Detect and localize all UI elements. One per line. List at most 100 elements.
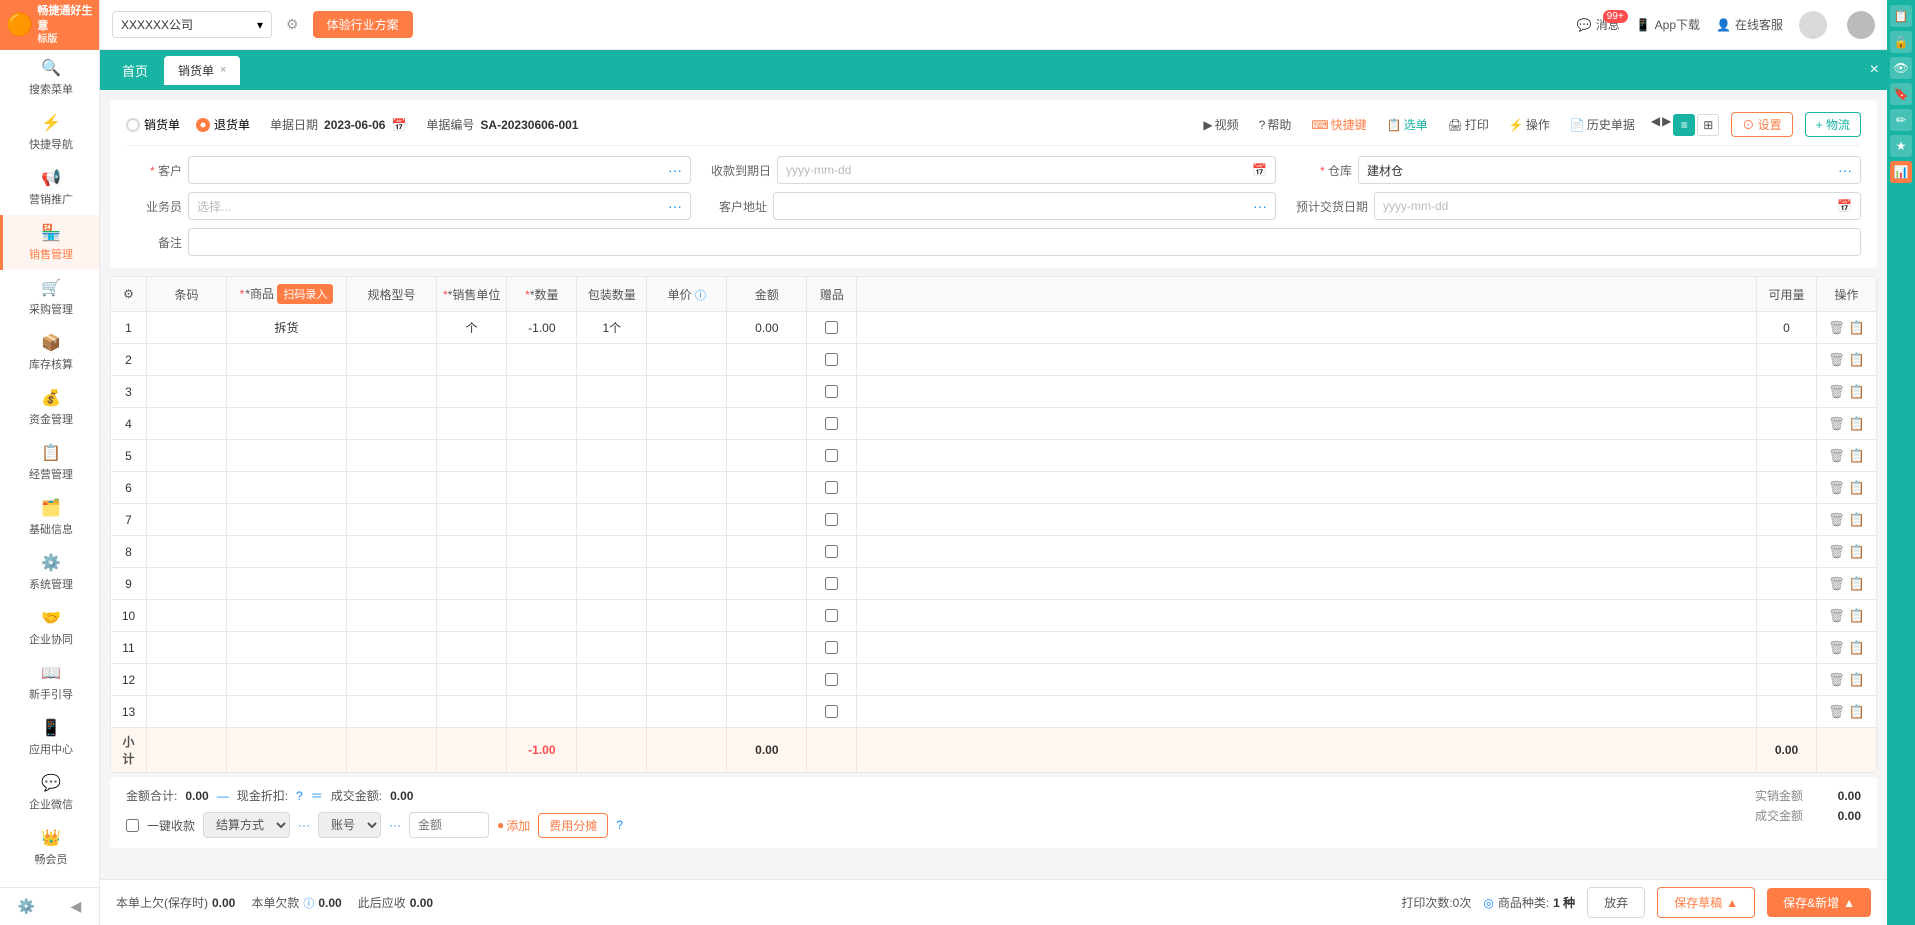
help-button[interactable]: ? 帮助 bbox=[1255, 114, 1296, 135]
cell-amount-12[interactable] bbox=[727, 696, 807, 728]
cell-amount-10[interactable] bbox=[727, 632, 807, 664]
cell-spec-10[interactable] bbox=[347, 632, 437, 664]
customer-dots-icon[interactable]: ··· bbox=[668, 162, 682, 178]
total-due-icon[interactable]: ⓘ bbox=[303, 895, 314, 911]
one-click-pay-checkbox[interactable] bbox=[126, 819, 139, 832]
cell-unit-3[interactable] bbox=[437, 408, 507, 440]
sidebar-item-13[interactable]: 💬企业微信 bbox=[0, 765, 99, 820]
cell-unit-10[interactable] bbox=[437, 632, 507, 664]
sidebar-item-10[interactable]: 🤝企业协同 bbox=[0, 600, 99, 655]
rp-btn-7[interactable]: 📊 bbox=[1890, 161, 1912, 183]
cell-spec-5[interactable] bbox=[347, 472, 437, 504]
cell-barcode-8[interactable] bbox=[147, 568, 227, 600]
cell-qty-4[interactable] bbox=[507, 440, 577, 472]
cell-pkgqty-3[interactable] bbox=[577, 408, 647, 440]
tab-sales-order[interactable]: 销货单 × bbox=[164, 56, 240, 85]
prev-icon[interactable]: ◀ bbox=[1651, 114, 1660, 136]
cell-gift-6[interactable] bbox=[807, 504, 857, 536]
cell-qty-8[interactable] bbox=[507, 568, 577, 600]
account-dots-icon[interactable]: ··· bbox=[389, 818, 401, 832]
cell-barcode-6[interactable] bbox=[147, 504, 227, 536]
cell-unit-2[interactable] bbox=[437, 376, 507, 408]
sidebar-item-0[interactable]: 🔍搜索菜单 bbox=[0, 50, 99, 105]
warehouse-input[interactable]: 建材仓 ··· bbox=[1358, 156, 1861, 184]
cell-qty-7[interactable] bbox=[507, 536, 577, 568]
save-new-button[interactable]: 保存&新增 ▲ bbox=[1767, 888, 1871, 917]
cell-goods-1[interactable] bbox=[227, 344, 347, 376]
cell-gift-7[interactable] bbox=[807, 536, 857, 568]
warehouse-dots-icon[interactable]: ··· bbox=[1838, 162, 1852, 178]
cell-price-0[interactable] bbox=[647, 312, 727, 344]
cell-price-1[interactable] bbox=[647, 344, 727, 376]
cell-spec-2[interactable] bbox=[347, 376, 437, 408]
avatar[interactable] bbox=[1799, 11, 1827, 39]
message-button[interactable]: 💬 消息 99+ bbox=[1577, 16, 1620, 33]
save-draft-button[interactable]: 保存草稿 ▲ bbox=[1657, 887, 1755, 918]
gift-checkbox-4[interactable] bbox=[825, 449, 838, 462]
cell-unit-9[interactable] bbox=[437, 600, 507, 632]
rp-btn-3[interactable]: 👁 bbox=[1890, 57, 1912, 79]
note-input[interactable] bbox=[188, 228, 1861, 256]
delete-icon-5[interactable]: 🗑 bbox=[1828, 480, 1845, 496]
cash-discount-info[interactable]: ? bbox=[296, 789, 303, 803]
gift-checkbox-8[interactable] bbox=[825, 577, 838, 590]
price-info-icon[interactable]: ⓘ bbox=[695, 290, 706, 302]
tab-home[interactable]: 首页 bbox=[108, 55, 162, 86]
sidebar-item-5[interactable]: 📦库存核算 bbox=[0, 325, 99, 380]
gift-checkbox-9[interactable] bbox=[825, 609, 838, 622]
cell-qty-3[interactable] bbox=[507, 408, 577, 440]
cell-gift-5[interactable] bbox=[807, 472, 857, 504]
cell-goods-5[interactable] bbox=[227, 472, 347, 504]
cell-unit-8[interactable] bbox=[437, 568, 507, 600]
cell-price-6[interactable] bbox=[647, 504, 727, 536]
delete-icon-4[interactable]: 🗑 bbox=[1828, 448, 1845, 464]
cell-gift-4[interactable] bbox=[807, 440, 857, 472]
cell-amount-5[interactable] bbox=[727, 472, 807, 504]
shortcut-button[interactable]: ⌨ 快捷键 bbox=[1307, 114, 1370, 135]
method-dots-icon[interactable]: ··· bbox=[298, 818, 310, 832]
salesperson-input[interactable]: 选择... ··· bbox=[188, 192, 691, 220]
cell-pkgqty-9[interactable] bbox=[577, 600, 647, 632]
cell-goods-6[interactable] bbox=[227, 504, 347, 536]
gift-checkbox-2[interactable] bbox=[825, 385, 838, 398]
cell-amount-9[interactable] bbox=[727, 600, 807, 632]
cell-qty-1[interactable] bbox=[507, 344, 577, 376]
tab-bar-close-icon[interactable]: × bbox=[1870, 61, 1879, 79]
copy-icon-0[interactable]: 📋 bbox=[1849, 320, 1865, 336]
cell-price-8[interactable] bbox=[647, 568, 727, 600]
cell-unit-0[interactable]: 个 bbox=[437, 312, 507, 344]
cell-goods-9[interactable] bbox=[227, 600, 347, 632]
customer-addr-input[interactable]: ··· bbox=[773, 192, 1276, 220]
cell-goods-4[interactable] bbox=[227, 440, 347, 472]
rp-btn-2[interactable]: 🔒 bbox=[1890, 31, 1912, 53]
cell-pkgqty-6[interactable] bbox=[577, 504, 647, 536]
cell-unit-6[interactable] bbox=[437, 504, 507, 536]
copy-icon-2[interactable]: 📋 bbox=[1849, 384, 1865, 400]
cell-spec-6[interactable] bbox=[347, 504, 437, 536]
delete-icon-12[interactable]: 🗑 bbox=[1828, 704, 1845, 720]
copy-icon-8[interactable]: 📋 bbox=[1849, 576, 1865, 592]
cell-barcode-7[interactable] bbox=[147, 536, 227, 568]
radio-return[interactable]: 退货单 bbox=[196, 116, 250, 133]
cell-gift-0[interactable] bbox=[807, 312, 857, 344]
cell-barcode-4[interactable] bbox=[147, 440, 227, 472]
customer-addr-dots-icon[interactable]: ··· bbox=[1253, 198, 1267, 214]
cell-qty-5[interactable] bbox=[507, 472, 577, 504]
cell-gift-10[interactable] bbox=[807, 632, 857, 664]
cell-goods-2[interactable] bbox=[227, 376, 347, 408]
cell-goods-11[interactable] bbox=[227, 664, 347, 696]
gift-checkbox-0[interactable] bbox=[825, 321, 838, 334]
cell-price-7[interactable] bbox=[647, 536, 727, 568]
cell-amount-3[interactable] bbox=[727, 408, 807, 440]
account-select[interactable]: 账号 bbox=[318, 812, 381, 838]
cell-amount-1[interactable] bbox=[727, 344, 807, 376]
expense-split-button[interactable]: 费用分摊 bbox=[538, 813, 608, 838]
cell-goods-0[interactable]: 拆货 bbox=[227, 312, 347, 344]
select-button[interactable]: 📋 选单 bbox=[1383, 114, 1432, 135]
delete-icon-7[interactable]: 🗑 bbox=[1828, 544, 1845, 560]
delete-icon-0[interactable]: 🗑 bbox=[1828, 320, 1845, 336]
cell-price-12[interactable] bbox=[647, 696, 727, 728]
cell-spec-11[interactable] bbox=[347, 664, 437, 696]
due-date-calendar-icon[interactable]: 📅 bbox=[1252, 163, 1267, 177]
cell-goods-10[interactable] bbox=[227, 632, 347, 664]
